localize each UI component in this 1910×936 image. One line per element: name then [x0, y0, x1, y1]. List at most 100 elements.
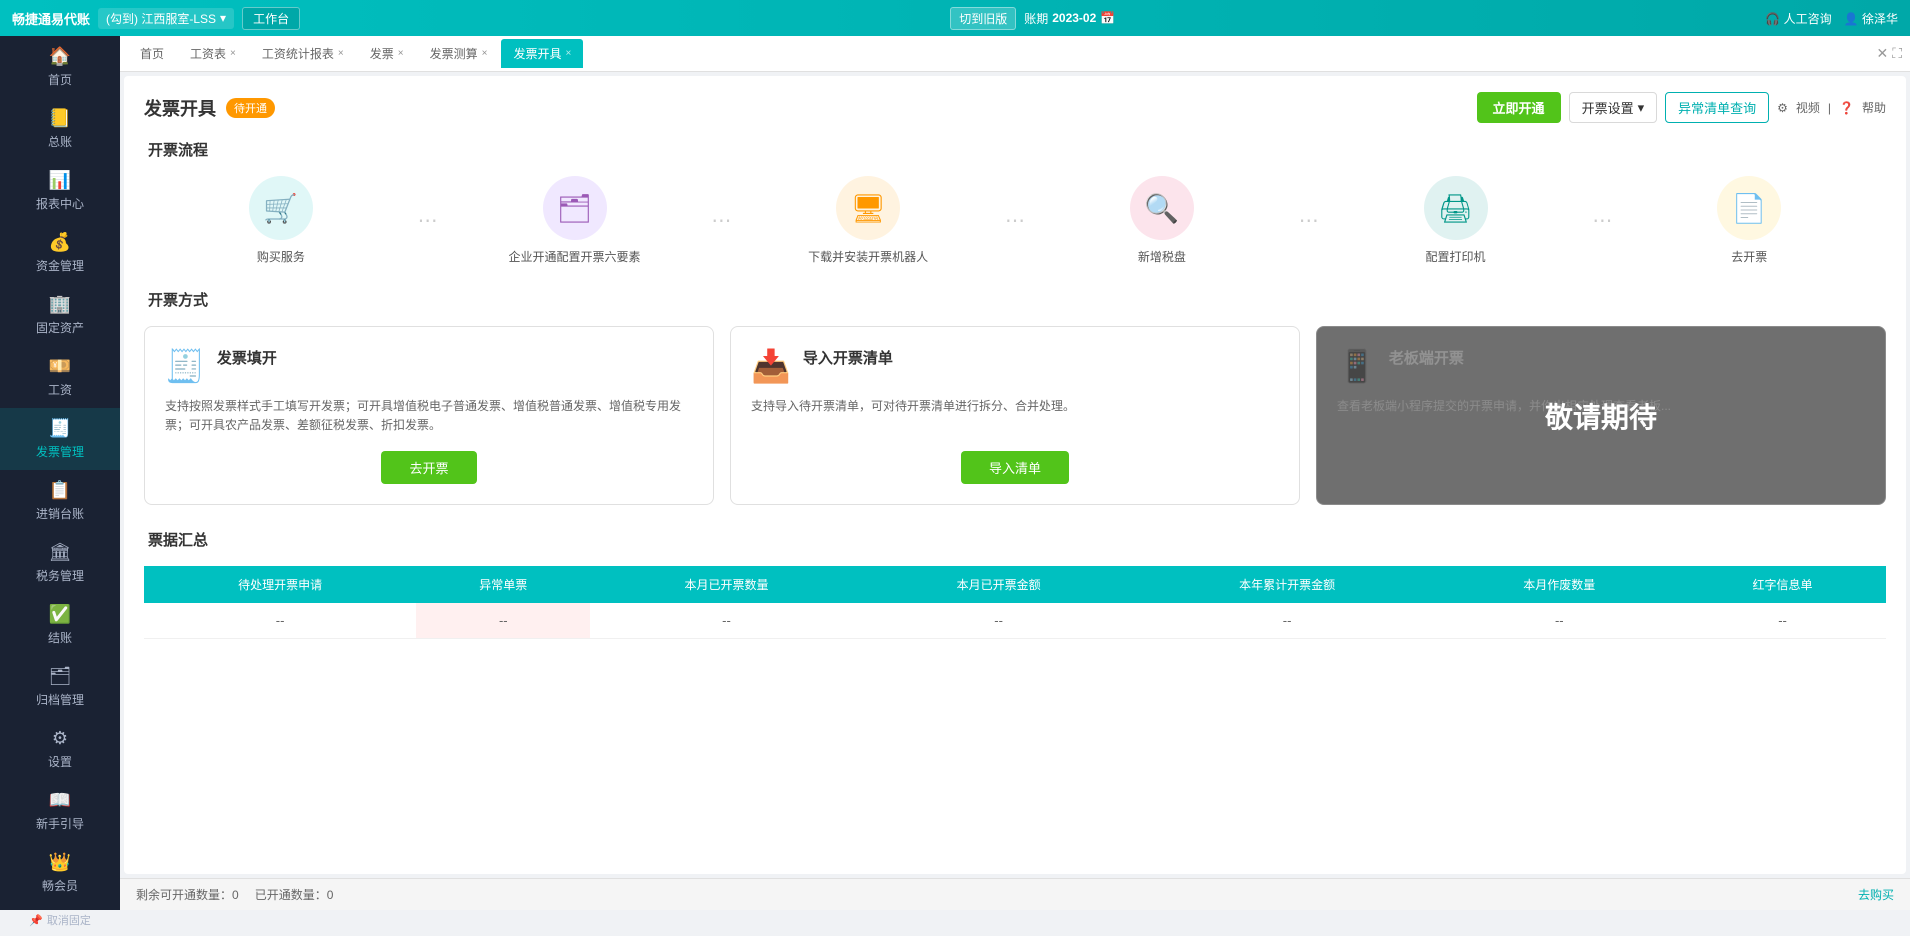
sidebar-item-vip[interactable]: 👑 畅会员: [0, 842, 120, 904]
sidebar-item-archive[interactable]: 🗂 归档管理: [0, 656, 120, 718]
open-now-button[interactable]: 立即开通: [1477, 92, 1561, 123]
sidebar-item-label: 工资: [48, 381, 72, 398]
methods-section-title: 开票方式: [144, 289, 1886, 310]
sidebar-item-label: 归档管理: [36, 691, 84, 708]
bottom-bar: 剩余可开通数量：0 已开通数量：0 去购买: [120, 878, 1910, 910]
go-purchase-link[interactable]: 去购买: [1858, 886, 1894, 903]
flow-step-4: 🔍 新增税盘: [1025, 176, 1299, 265]
header-help: ⚙ 视频 | ❓ 帮助: [1777, 99, 1886, 116]
avatar-icon: 👤: [1844, 12, 1859, 26]
opened-quota: 已开通数量：0: [255, 886, 334, 903]
sidebar-item-label: 总账: [48, 133, 72, 150]
tab-payroll-table[interactable]: 工资表 ×: [178, 39, 248, 68]
summary-section-title: 票据汇总: [144, 529, 1886, 550]
funds-icon: 💰: [49, 232, 71, 253]
sidebar-item-home[interactable]: 🏠 首页: [0, 36, 120, 98]
sidebar-item-label: 资金管理: [36, 257, 84, 274]
import-list-button[interactable]: 导入清单: [961, 451, 1069, 484]
coming-soon-text: 敬请期待: [1545, 396, 1657, 436]
ledger-icon: 📒: [49, 108, 71, 129]
workbench-button[interactable]: 工作台: [242, 7, 300, 30]
step-label-2: 企业开通配置开票六要素: [509, 248, 641, 265]
col-header-void-count: 本月作废数量: [1440, 566, 1680, 603]
chevron-down-icon: ▾: [220, 11, 226, 25]
invoice-fill-icon: 🧾: [165, 347, 205, 385]
service-button[interactable]: 🎧 人工咨询: [1765, 10, 1831, 27]
cell-pending: --: [144, 603, 416, 639]
tab-payroll-report[interactable]: 工资统计报表 ×: [250, 39, 356, 68]
closing-icon: ✅: [49, 604, 71, 625]
tab-close-payroll-report[interactable]: ×: [338, 48, 344, 59]
import-icon: 📥: [751, 347, 791, 385]
vip-icon: 👑: [49, 852, 71, 873]
tab-close-payroll[interactable]: ×: [230, 48, 236, 59]
step-icon-config: 🗂: [543, 176, 607, 240]
page-title: 发票开具: [144, 95, 216, 121]
user-avatar[interactable]: 👤 徐泽华: [1844, 10, 1898, 27]
header-actions: 立即开通 开票设置 ▾ 异常清单查询 ⚙ 视频 | ❓ 帮助: [1477, 92, 1886, 123]
cancel-pin-button[interactable]: 📌 取消固定: [0, 904, 120, 936]
sidebar-item-guide[interactable]: 📖 新手引导: [0, 780, 120, 842]
step-icon-issue: 📄: [1717, 176, 1781, 240]
tab-invoice-calc[interactable]: 发票测算 ×: [418, 39, 500, 68]
sidebar-item-tax[interactable]: 🏛 税务管理: [0, 532, 120, 594]
step-label-3: 下载并安装开票机器人: [808, 248, 928, 265]
tab-invoice[interactable]: 发票 ×: [358, 39, 416, 68]
settings-help-icon[interactable]: ⚙: [1777, 101, 1788, 115]
step-label-5: 配置打印机: [1426, 248, 1486, 265]
status-badge: 待开通: [226, 98, 275, 118]
main-area: 首页 工资表 × 工资统计报表 × 发票 × 发票测算 × 发票开具 ×: [120, 36, 1910, 910]
method-card-boss: 📱 老板端开票 查看老板端小程序提交的开票申请，并作出相应处理查看老板... 敬…: [1316, 326, 1886, 505]
payroll-icon: 💴: [49, 356, 71, 377]
flow-arrow-5: ⋯: [1592, 208, 1612, 233]
switch-old-button[interactable]: 切到旧版: [950, 7, 1016, 30]
flow-arrow-1: ⋯: [418, 208, 438, 233]
tab-close-invoice-calc[interactable]: ×: [482, 48, 488, 59]
sidebar-item-label: 设置: [48, 753, 72, 770]
col-header-abnormal: 异常单票: [416, 566, 590, 603]
sidebar-item-ledger[interactable]: 📒 总账: [0, 98, 120, 160]
step-label-1: 购买服务: [257, 248, 305, 265]
restore-tab-button[interactable]: ⛶: [1892, 45, 1902, 62]
sidebar-item-assets[interactable]: 🏢 固定资产: [0, 284, 120, 346]
flow-section-title: 开票流程: [144, 139, 1886, 160]
calendar-icon[interactable]: 📅: [1100, 11, 1115, 25]
bottom-left: 剩余可开通数量：0 已开通数量：0: [136, 886, 333, 903]
abnormal-list-button[interactable]: 异常清单查询: [1665, 92, 1769, 123]
remaining-quota: 剩余可开通数量：0: [136, 886, 239, 903]
flow-step-2: 🗂 企业开通配置开票六要素: [438, 176, 712, 265]
method-title-2: 导入开票清单: [803, 347, 893, 368]
headset-icon: 🎧: [1765, 12, 1780, 26]
step-icon-buy: 🛒: [249, 176, 313, 240]
company-name: (勾到) 江西服室-LSS: [106, 10, 216, 27]
top-bar-center: 切到旧版 账期 2023-02 📅: [950, 7, 1115, 30]
settings-icon: ⚙: [52, 728, 68, 749]
open-settings-button[interactable]: 开票设置 ▾: [1569, 92, 1658, 123]
flow-arrow-4: ⋯: [1299, 208, 1319, 233]
sidebar-item-label: 税务管理: [36, 567, 84, 584]
sidebar-item-reports[interactable]: 📊 报表中心: [0, 160, 120, 222]
flow-step-1: 🛒 购买服务: [144, 176, 418, 265]
app-logo: 畅捷通易代账: [12, 9, 90, 28]
sidebar-item-invoice[interactable]: 🧾 发票管理: [0, 408, 120, 470]
sidebar-item-payroll[interactable]: 💴 工资: [0, 346, 120, 408]
tab-close-invoice-issue[interactable]: ×: [565, 48, 571, 59]
col-header-month-count: 本月已开票数量: [590, 566, 862, 603]
tab-bar: 首页 工资表 × 工资统计报表 × 发票 × 发票测算 × 发票开具 ×: [120, 36, 1910, 72]
sidebar-item-funds[interactable]: 💰 资金管理: [0, 222, 120, 284]
sidebar-item-label: 报表中心: [36, 195, 84, 212]
sidebar-item-settings[interactable]: ⚙ 设置: [0, 718, 120, 780]
go-issue-button[interactable]: 去开票: [381, 451, 476, 484]
step-icon-download: 🖥: [836, 176, 900, 240]
close-all-tabs-button[interactable]: ✕: [1876, 45, 1888, 62]
company-selector[interactable]: (勾到) 江西服室-LSS ▾: [98, 8, 234, 29]
archive-icon: 🗂: [49, 666, 72, 687]
chevron-down-icon: ▾: [1638, 100, 1645, 116]
tab-home[interactable]: 首页: [128, 39, 176, 68]
home-icon: 🏠: [49, 46, 71, 67]
sidebar-item-closing[interactable]: ✅ 结账: [0, 594, 120, 656]
sidebar-item-sales[interactable]: 📋 进销台账: [0, 470, 120, 532]
tab-close-invoice[interactable]: ×: [398, 48, 404, 59]
flow-step-3: 🖥 下载并安装开票机器人: [731, 176, 1005, 265]
tab-invoice-issue[interactable]: 发票开具 ×: [501, 39, 583, 68]
